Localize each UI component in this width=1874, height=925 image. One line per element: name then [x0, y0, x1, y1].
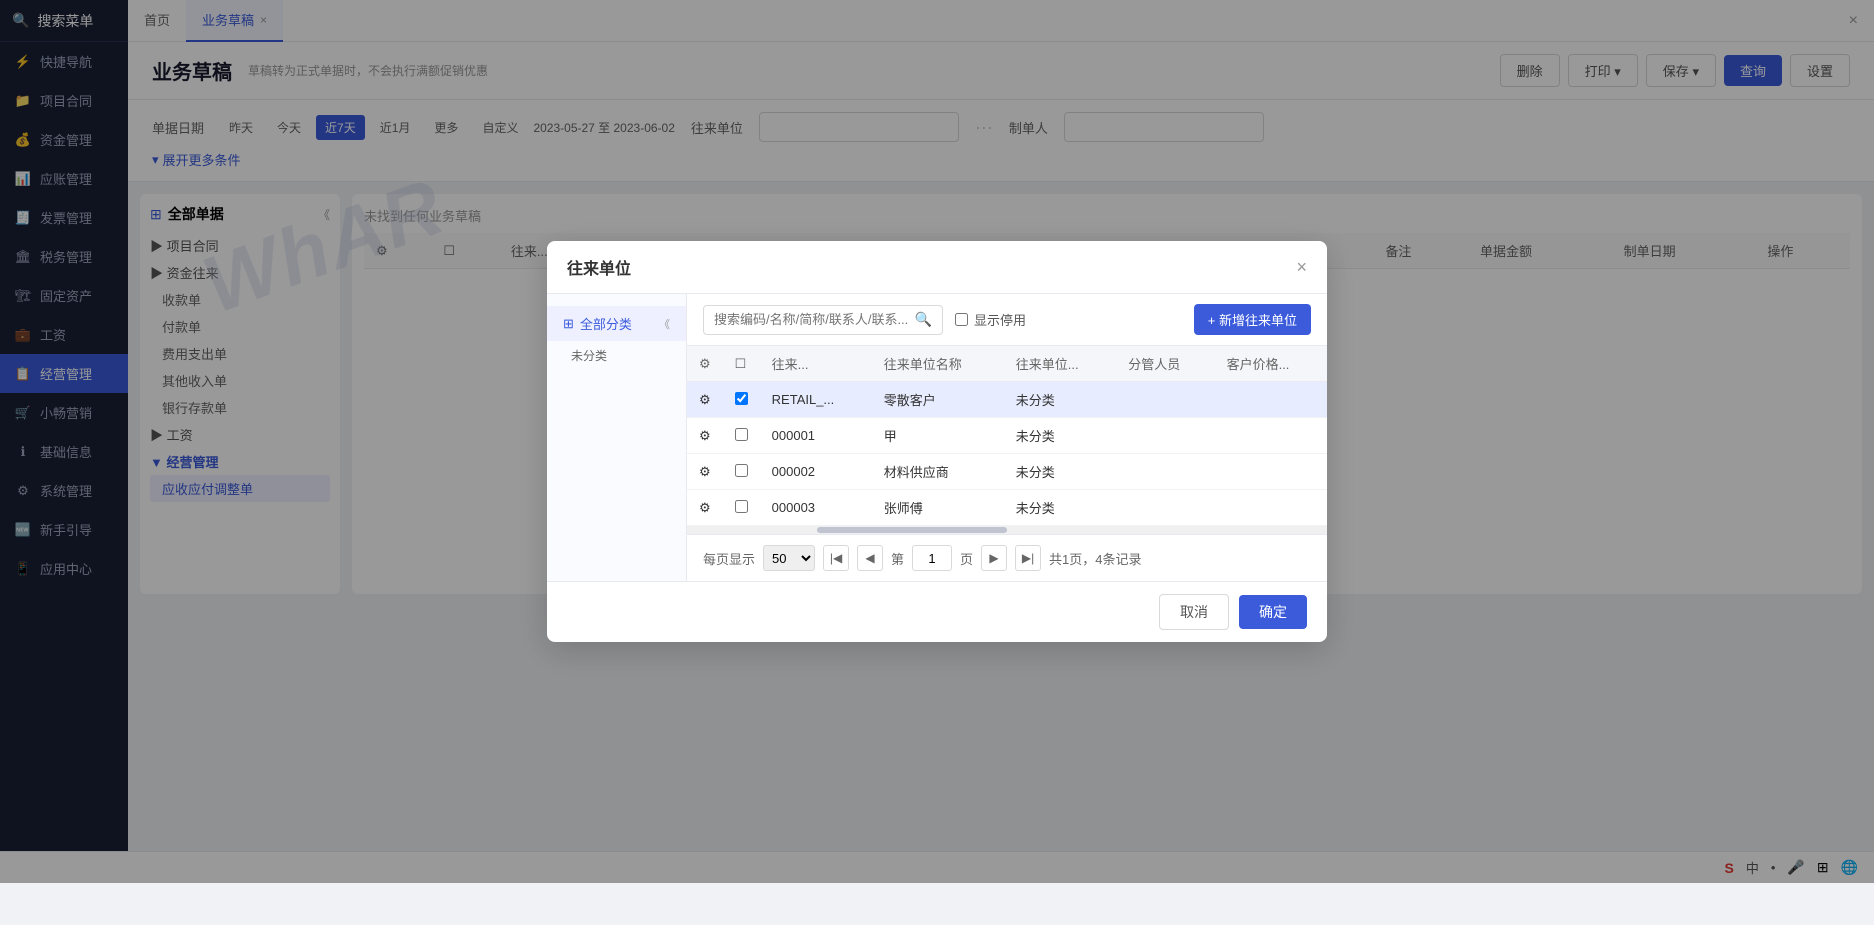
row-price: [1215, 418, 1327, 454]
row-name: 材料供应商: [872, 454, 1004, 490]
row-price: [1215, 490, 1327, 526]
modal-sidebar-all[interactable]: ⊞ 全部分类 《: [547, 306, 686, 341]
modal-sidebar-all-label: 全部分类: [580, 314, 632, 333]
row-check[interactable]: [735, 428, 748, 441]
modal-col-type: 往来单位...: [1004, 346, 1116, 382]
table-row[interactable]: ⚙ RETAIL_... 零散客户 未分类: [687, 382, 1327, 418]
modal-sidebar-unclassified[interactable]: 未分类: [547, 341, 686, 370]
show-disabled-checkbox[interactable]: [955, 313, 968, 326]
row-check[interactable]: [735, 464, 748, 477]
modal-scrollbar[interactable]: [687, 526, 1327, 534]
row-settings[interactable]: ⚙: [687, 454, 723, 490]
first-page-button[interactable]: |◀: [823, 545, 849, 571]
row-gear-icon: ⚙: [699, 464, 711, 479]
total-records: 共1页，4条记录: [1049, 549, 1141, 568]
row-manager: [1116, 454, 1214, 490]
confirm-button[interactable]: 确定: [1239, 595, 1307, 629]
modal-col-manager: 分管人员: [1116, 346, 1214, 382]
modal-pagination: 每页显示 50 100 |◀ ◀ 第 1 页 ▶ ▶| 共1页，4条记录: [687, 534, 1327, 581]
grid-small-icon: ⊞: [563, 316, 574, 332]
partner-modal: 往来单位 × ⊞ 全部分类 《 未分类: [547, 241, 1327, 642]
row-check[interactable]: [735, 392, 748, 405]
table-row[interactable]: ⚙ 000001 甲 未分类: [687, 418, 1327, 454]
row-manager: [1116, 382, 1214, 418]
row-checkbox[interactable]: [723, 418, 760, 454]
row-gear-icon: ⚙: [699, 392, 711, 407]
row-category: 未分类: [1004, 418, 1116, 454]
row-settings[interactable]: ⚙: [687, 382, 723, 418]
row-check[interactable]: [735, 500, 748, 513]
prev-page-button[interactable]: ◀: [857, 545, 883, 571]
row-gear-icon: ⚙: [699, 428, 711, 443]
per-page-label: 每页显示: [703, 549, 755, 568]
modal-col-price: 客户价格...: [1215, 346, 1327, 382]
row-name: 甲: [872, 418, 1004, 454]
modal-footer: 取消 确定: [547, 581, 1327, 642]
row-checkbox[interactable]: [723, 454, 760, 490]
next-page-button[interactable]: ▶: [981, 545, 1007, 571]
row-price: [1215, 454, 1327, 490]
page-label: 第: [891, 549, 904, 568]
row-category: 未分类: [1004, 382, 1116, 418]
modal-table: ⚙ ☐ 往来... 往来单位名称 往来单位... 分管人员 客户价格... ⚙: [687, 346, 1327, 526]
search-icon: 🔍: [915, 311, 932, 328]
show-disabled-text: 显示停用: [974, 310, 1026, 329]
modal-col-code: 往来...: [760, 346, 872, 382]
row-name: 张师傅: [872, 490, 1004, 526]
row-name: 零散客户: [872, 382, 1004, 418]
cancel-button[interactable]: 取消: [1159, 594, 1229, 630]
last-page-button[interactable]: ▶|: [1015, 545, 1041, 571]
row-manager: [1116, 490, 1214, 526]
row-checkbox[interactable]: [723, 490, 760, 526]
modal-col-settings[interactable]: ⚙: [687, 346, 723, 382]
page-suffix: 页: [960, 549, 973, 568]
row-code: 000002: [760, 454, 872, 490]
show-disabled-label[interactable]: 显示停用: [955, 310, 1026, 329]
modal-close-button[interactable]: ×: [1296, 257, 1307, 278]
row-settings[interactable]: ⚙: [687, 418, 723, 454]
modal-title: 往来单位: [567, 255, 631, 279]
per-page-select[interactable]: 50 100: [763, 545, 815, 571]
row-gear-icon: ⚙: [699, 500, 711, 515]
table-row[interactable]: ⚙ 000002 材料供应商 未分类: [687, 454, 1327, 490]
modal-table-wrap: ⚙ ☐ 往来... 往来单位名称 往来单位... 分管人员 客户价格... ⚙: [687, 346, 1327, 526]
modal-col-checkbox[interactable]: ☐: [723, 346, 760, 382]
modal-overlay: 往来单位 × ⊞ 全部分类 《 未分类: [0, 0, 1874, 883]
unclassified-label: 未分类: [571, 349, 607, 363]
modal-sidebar-collapse-icon[interactable]: 《: [659, 316, 670, 332]
row-price: [1215, 382, 1327, 418]
page-number-input[interactable]: 1: [912, 545, 952, 571]
modal-sidebar: ⊞ 全部分类 《 未分类: [547, 294, 687, 581]
row-settings[interactable]: ⚙: [687, 490, 723, 526]
modal-toolbar: 🔍 显示停用 + 新增往来单位: [687, 294, 1327, 346]
modal-header: 往来单位 ×: [547, 241, 1327, 294]
add-partner-button[interactable]: + 新增往来单位: [1194, 304, 1311, 335]
modal-search-box: 🔍: [703, 305, 943, 335]
row-checkbox[interactable]: [723, 382, 760, 418]
modal-scroll-thumb: [817, 527, 1007, 533]
row-code: 000001: [760, 418, 872, 454]
row-code: 000003: [760, 490, 872, 526]
modal-search-input[interactable]: [714, 312, 915, 327]
row-category: 未分类: [1004, 454, 1116, 490]
modal-main: 🔍 显示停用 + 新增往来单位 ⚙ ☐: [687, 294, 1327, 581]
table-row[interactable]: ⚙ 000003 张师傅 未分类: [687, 490, 1327, 526]
row-manager: [1116, 418, 1214, 454]
modal-body: ⊞ 全部分类 《 未分类 🔍 显示停用: [547, 294, 1327, 581]
row-code: RETAIL_...: [760, 382, 872, 418]
row-category: 未分类: [1004, 490, 1116, 526]
modal-col-name: 往来单位名称: [872, 346, 1004, 382]
